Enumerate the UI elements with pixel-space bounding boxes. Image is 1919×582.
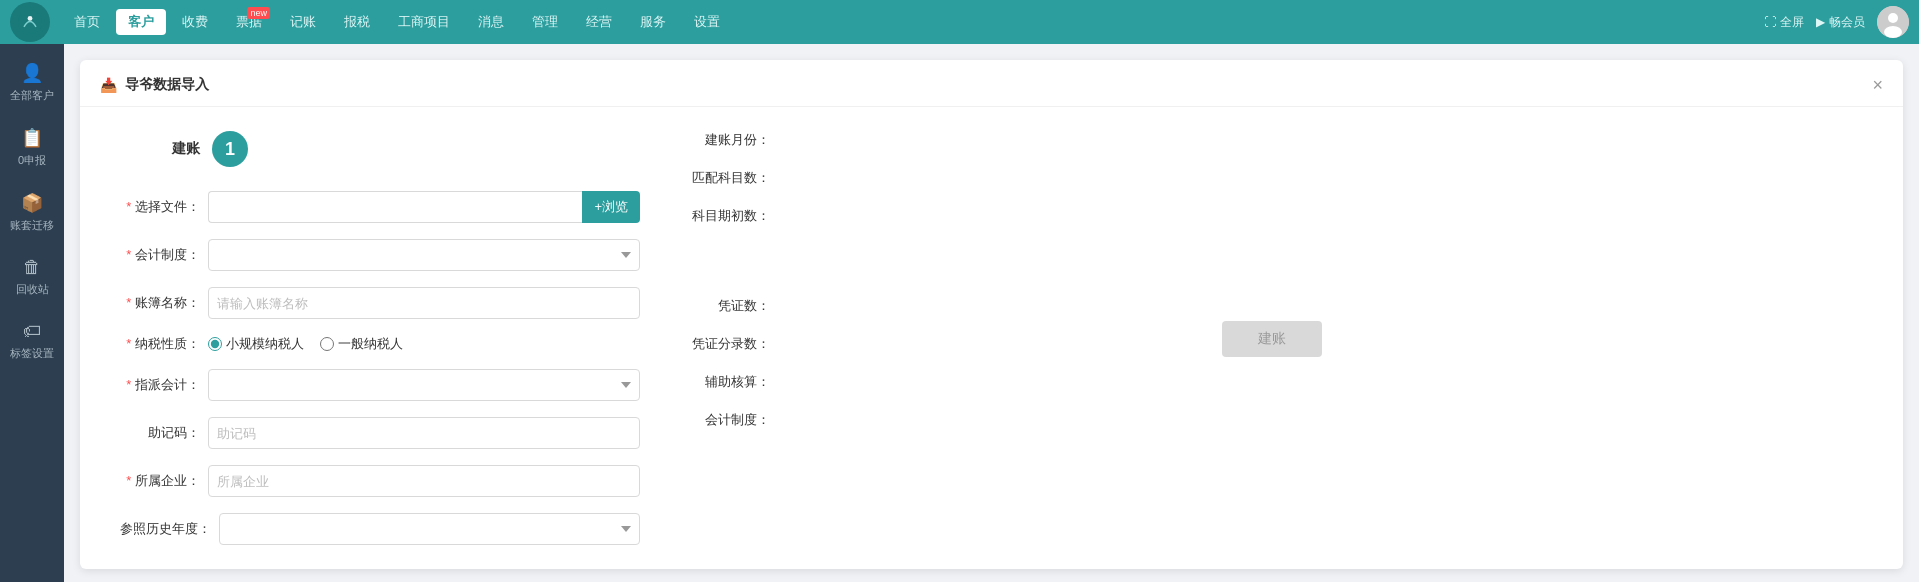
accounting-system-label: 会计制度： bbox=[680, 411, 770, 429]
main-layout: 👤 全部客户 📋 0申报 📦 账套迁移 🗑 回收站 🏷 标签设置 📥 导爷 bbox=[0, 44, 1919, 582]
sidebar-item-all-customers[interactable]: 👤 全部客户 bbox=[0, 54, 64, 111]
ledger-name-input[interactable] bbox=[208, 287, 640, 319]
voucher-count-label: 凭证数： bbox=[680, 297, 770, 315]
memo-code-label: 助记码： bbox=[120, 424, 200, 442]
assign-accountant-label: 指派会计： bbox=[120, 376, 200, 394]
fullscreen-button[interactable]: ⛶ 全屏 bbox=[1764, 14, 1804, 31]
accounting-standard-row: 会计制度： bbox=[120, 239, 640, 271]
nav-item-settings[interactable]: 设置 bbox=[682, 9, 732, 35]
aux-accounting-row: 辅助核算： bbox=[680, 373, 1863, 391]
tax-type-label: 纳税性质： bbox=[120, 335, 200, 353]
svg-point-4 bbox=[1884, 26, 1902, 38]
voucher-entry-row: 凭证分录数： bbox=[680, 335, 1863, 353]
sidebar-item-account-migration[interactable]: 📦 账套迁移 bbox=[0, 184, 64, 241]
tax-radio-group: 小规模纳税人 一般纳税人 bbox=[208, 335, 403, 353]
assign-accountant-select[interactable] bbox=[208, 369, 640, 401]
history-year-row: 参照历史年度： bbox=[120, 513, 640, 545]
company-label: 所属企业： bbox=[120, 472, 200, 490]
nav-item-home[interactable]: 首页 bbox=[62, 9, 112, 35]
nav-item-tax[interactable]: 报税 bbox=[332, 9, 382, 35]
subject-initial-row: 科目期初数： bbox=[680, 207, 1863, 225]
build-month-row: 建账月份： bbox=[680, 131, 1863, 149]
step-indicator: 建账 1 bbox=[120, 131, 640, 167]
history-year-label: 参照历史年度： bbox=[120, 520, 211, 538]
file-select-row: 选择文件： +浏览 bbox=[120, 191, 640, 223]
svg-point-3 bbox=[1888, 13, 1898, 23]
sidebar-item-tag-settings[interactable]: 🏷 标签设置 bbox=[0, 313, 64, 369]
company-row: 所属企业： bbox=[120, 465, 640, 497]
import-icon: 📥 bbox=[100, 77, 117, 93]
user-avatar[interactable] bbox=[1877, 6, 1909, 38]
sidebar-item-declaration[interactable]: 📋 0申报 bbox=[0, 119, 64, 176]
match-subject-row: 匹配科目数： bbox=[680, 169, 1863, 187]
accounting-standard-select[interactable] bbox=[208, 239, 640, 271]
modal-title: 📥 导爷数据导入 bbox=[100, 76, 209, 94]
accounting-standard-label: 会计制度： bbox=[120, 246, 200, 264]
voucher-count-row: 凭证数： bbox=[680, 297, 1863, 315]
tax-option-small[interactable]: 小规模纳税人 bbox=[208, 335, 304, 353]
fullscreen-icon: ⛶ bbox=[1764, 15, 1776, 29]
nav-menu: 首页 客户 收费 票据 new 记账 报税 工商项目 消息 管理 经营 服务 设… bbox=[62, 9, 1764, 35]
ledger-name-row: 账簿名称： bbox=[120, 287, 640, 319]
nav-item-service[interactable]: 服务 bbox=[628, 9, 678, 35]
file-input-group: +浏览 bbox=[208, 191, 640, 223]
import-modal: 📥 导爷数据导入 × 建账 1 选择文件： bbox=[80, 60, 1903, 569]
modal-header: 📥 导爷数据导入 × bbox=[80, 60, 1903, 107]
member-icon: ▶ bbox=[1816, 15, 1825, 29]
step-label: 建账 bbox=[120, 140, 200, 158]
nav-item-customer[interactable]: 客户 bbox=[116, 9, 166, 35]
memo-code-input[interactable] bbox=[208, 417, 640, 449]
declaration-icon: 📋 bbox=[21, 127, 43, 149]
nav-item-business[interactable]: 工商项目 bbox=[386, 9, 462, 35]
aux-accounting-label: 辅助核算： bbox=[680, 373, 770, 391]
sidebar-item-recycle[interactable]: 🗑 回收站 bbox=[0, 249, 64, 305]
nav-item-operation[interactable]: 经营 bbox=[574, 9, 624, 35]
form-left: 建账 1 选择文件： +浏览 会计制度： bbox=[120, 131, 640, 545]
accounting-system-row: 会计制度： bbox=[680, 411, 1863, 429]
file-label: 选择文件： bbox=[120, 198, 200, 216]
form-body: 建账 1 选择文件： +浏览 会计制度： bbox=[80, 107, 1903, 569]
trash-icon: 🗑 bbox=[23, 257, 41, 278]
subject-initial-label: 科目期初数： bbox=[680, 207, 770, 225]
browse-button[interactable]: +浏览 bbox=[582, 191, 640, 223]
nav-item-ledger[interactable]: 记账 bbox=[278, 9, 328, 35]
ledger-name-label: 账簿名称： bbox=[120, 294, 200, 312]
member-button[interactable]: ▶ 畅会员 bbox=[1816, 14, 1865, 31]
memo-code-row: 助记码： bbox=[120, 417, 640, 449]
migration-icon: 📦 bbox=[21, 192, 43, 214]
close-button[interactable]: × bbox=[1872, 76, 1883, 94]
step-circle: 1 bbox=[212, 131, 248, 167]
svg-point-1 bbox=[28, 16, 33, 21]
main-content: 📥 导爷数据导入 × 建账 1 选择文件： bbox=[64, 44, 1919, 582]
nav-right-area: ⛶ 全屏 ▶ 畅会员 bbox=[1764, 6, 1909, 38]
new-badge: new bbox=[247, 7, 270, 19]
nav-item-invoice[interactable]: 票据 new bbox=[224, 9, 274, 35]
nav-item-message[interactable]: 消息 bbox=[466, 9, 516, 35]
file-text-input[interactable] bbox=[208, 191, 582, 223]
app-logo bbox=[10, 2, 50, 42]
nav-item-manage[interactable]: 管理 bbox=[520, 9, 570, 35]
assign-accountant-row: 指派会计： bbox=[120, 369, 640, 401]
voucher-entry-label: 凭证分录数： bbox=[680, 335, 770, 353]
company-input[interactable] bbox=[208, 465, 640, 497]
right-info-section: 建账月份： 匹配科目数： 科目期初数： bbox=[680, 131, 1863, 225]
sidebar: 👤 全部客户 📋 0申报 📦 账套迁移 🗑 回收站 🏷 标签设置 bbox=[0, 44, 64, 582]
match-subject-label: 匹配科目数： bbox=[680, 169, 770, 187]
tag-icon: 🏷 bbox=[23, 321, 41, 342]
right-info-section-2: 凭证数： 凭证分录数： 辅助核算： 会计制度： bbox=[680, 297, 1863, 429]
person-icon: 👤 bbox=[21, 62, 43, 84]
top-navigation: 首页 客户 收费 票据 new 记账 报税 工商项目 消息 管理 经营 服务 设… bbox=[0, 0, 1919, 44]
tax-type-row: 纳税性质： 小规模纳税人 一般纳税人 bbox=[120, 335, 640, 353]
nav-item-billing[interactable]: 收费 bbox=[170, 9, 220, 35]
history-year-select[interactable] bbox=[219, 513, 640, 545]
tax-option-general[interactable]: 一般纳税人 bbox=[320, 335, 403, 353]
build-month-label: 建账月份： bbox=[680, 131, 770, 149]
form-right: 建账月份： 匹配科目数： 科目期初数： 建账 bbox=[680, 131, 1863, 545]
